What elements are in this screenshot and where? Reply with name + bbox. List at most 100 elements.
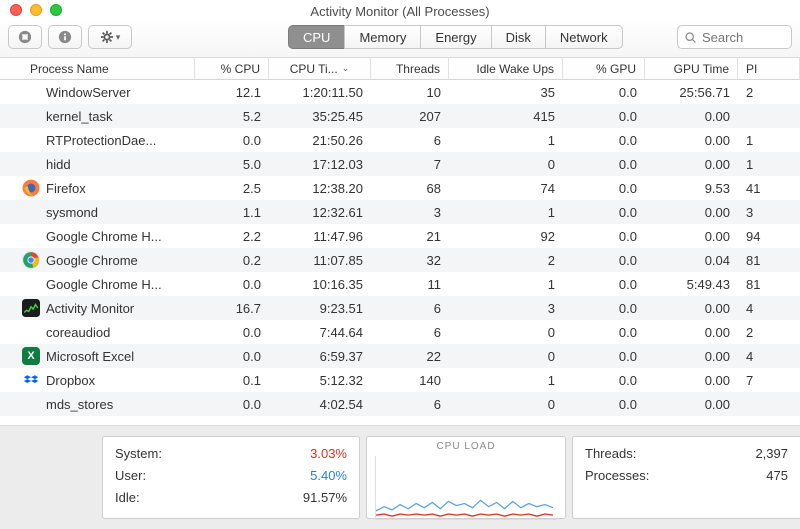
gpu-time: 0.00	[645, 397, 738, 412]
col-idle-wakeups[interactable]: Idle Wake Ups	[449, 58, 563, 79]
process-name: WindowServer	[46, 85, 131, 100]
process-name: Microsoft Excel	[46, 349, 134, 364]
col-cpu-time[interactable]: CPU Ti... ⌄	[269, 58, 371, 79]
gpu-time: 0.00	[645, 349, 738, 364]
table-row[interactable]: Dropbox0.15:12.3214010.00.007	[0, 368, 800, 392]
search-input[interactable]	[702, 30, 782, 45]
idle-wakeups: 1	[449, 373, 563, 388]
table-row[interactable]: hidd5.017:12.03700.00.001	[0, 152, 800, 176]
gpu-percent: 0.0	[563, 349, 645, 364]
table-row[interactable]: sysmond1.112:32.61310.00.003	[0, 200, 800, 224]
table-row[interactable]: Firefox2.512:38.2068740.09.5341	[0, 176, 800, 200]
process-name: RTProtectionDae...	[46, 133, 156, 148]
col-cpu-time-label: CPU Ti...	[290, 62, 338, 76]
table-row[interactable]: mds_stores0.04:02.54600.00.00	[0, 392, 800, 416]
gpu-time: 0.00	[645, 373, 738, 388]
table-row[interactable]: kernel_task5.235:25.452074150.00.00	[0, 104, 800, 128]
process-name: kernel_task	[46, 109, 112, 124]
cpu-percent: 0.1	[195, 373, 269, 388]
table-row[interactable]: coreaudiod0.07:44.64600.00.002	[0, 320, 800, 344]
chevron-down-icon: ▾	[116, 32, 121, 43]
col-process-name[interactable]: Process Name	[0, 58, 195, 79]
cpu-time: 7:44.64	[269, 325, 371, 340]
table-row[interactable]: Activity Monitor16.79:23.51630.00.004	[0, 296, 800, 320]
col-gpu-percent[interactable]: % GPU	[563, 58, 645, 79]
maximize-window-button[interactable]	[50, 4, 62, 16]
options-button[interactable]: ▾	[88, 25, 132, 49]
gpu-percent: 0.0	[563, 85, 645, 100]
table-row[interactable]: Google Chrome H...0.010:16.351110.05:49.…	[0, 272, 800, 296]
idle-wakeups: 92	[449, 229, 563, 244]
minimize-window-button[interactable]	[30, 4, 42, 16]
threads: 32	[371, 253, 449, 268]
gpu-percent: 0.0	[563, 277, 645, 292]
close-window-button[interactable]	[10, 4, 22, 16]
user-label: User:	[115, 465, 146, 487]
process-name: Google Chrome	[46, 253, 138, 268]
stop-process-button[interactable]	[8, 25, 42, 49]
pid: 1	[738, 157, 800, 172]
tab-cpu[interactable]: CPU	[288, 25, 345, 49]
threads: 3	[371, 205, 449, 220]
idle-wakeups: 415	[449, 109, 563, 124]
threads: 6	[371, 397, 449, 412]
cpu-percent: 16.7	[195, 301, 269, 316]
process-name: Activity Monitor	[46, 301, 134, 316]
cpu-load-graph: CPU LOAD	[366, 436, 566, 519]
cpu-time: 17:12.03	[269, 157, 371, 172]
table-row[interactable]: Google Chrome H...2.211:47.9621920.00.00…	[0, 224, 800, 248]
gpu-percent: 0.0	[563, 253, 645, 268]
threads: 6	[371, 133, 449, 148]
search-field[interactable]	[677, 25, 792, 49]
pid: 41	[738, 181, 800, 196]
idle-wakeups: 1	[449, 277, 563, 292]
idle-label: Idle:	[115, 487, 140, 509]
cpu-percent: 2.2	[195, 229, 269, 244]
search-icon	[684, 31, 697, 44]
cpu-percent: 0.0	[195, 349, 269, 364]
gpu-time: 9.53	[645, 181, 738, 196]
col-pid[interactable]: PI	[738, 58, 800, 79]
tab-disk[interactable]: Disk	[491, 25, 546, 49]
cpu-time: 11:07.85	[269, 253, 371, 268]
table-row[interactable]: XMicrosoft Excel0.06:59.372200.00.004	[0, 344, 800, 368]
pid: 3	[738, 205, 800, 220]
process-name: hidd	[46, 157, 71, 172]
cpu-percent: 0.0	[195, 133, 269, 148]
tab-network[interactable]: Network	[545, 25, 623, 49]
table-row[interactable]: WindowServer12.11:20:11.5010350.025:56.7…	[0, 80, 800, 104]
tab-memory[interactable]: Memory	[344, 25, 421, 49]
threads: 68	[371, 181, 449, 196]
col-gpu-time[interactable]: GPU Time	[645, 58, 738, 79]
threads: 6	[371, 325, 449, 340]
info-button[interactable]	[48, 25, 82, 49]
col-threads[interactable]: Threads	[371, 58, 449, 79]
idle-wakeups: 3	[449, 301, 563, 316]
idle-wakeups: 35	[449, 85, 563, 100]
idle-wakeups: 0	[449, 349, 563, 364]
idle-wakeups: 2	[449, 253, 563, 268]
stop-icon	[18, 30, 32, 44]
table-row[interactable]: Google Chrome0.211:07.853220.00.0481	[0, 248, 800, 272]
pid: 94	[738, 229, 800, 244]
pid: 7	[738, 373, 800, 388]
cpu-time: 21:50.26	[269, 133, 371, 148]
cpu-percent: 2.5	[195, 181, 269, 196]
pid: 4	[738, 301, 800, 316]
threads: 6	[371, 301, 449, 316]
table-row[interactable]: RTProtectionDae...0.021:50.26610.00.001	[0, 128, 800, 152]
process-name: coreaudiod	[46, 325, 110, 340]
process-table[interactable]: WindowServer12.11:20:11.5010350.025:56.7…	[0, 80, 800, 420]
idle-wakeups: 74	[449, 181, 563, 196]
toolbar: ▾ CPU Memory Energy Disk Network	[0, 22, 800, 58]
tab-energy[interactable]: Energy	[420, 25, 491, 49]
col-cpu-percent[interactable]: % CPU	[195, 58, 269, 79]
app-icon: X	[22, 347, 40, 365]
idle-wakeups: 1	[449, 133, 563, 148]
window-controls	[10, 4, 62, 16]
gpu-time: 0.00	[645, 157, 738, 172]
gpu-time: 5:49.43	[645, 277, 738, 292]
gpu-time: 0.00	[645, 133, 738, 148]
graph-area	[375, 456, 557, 520]
pid: 2	[738, 325, 800, 340]
